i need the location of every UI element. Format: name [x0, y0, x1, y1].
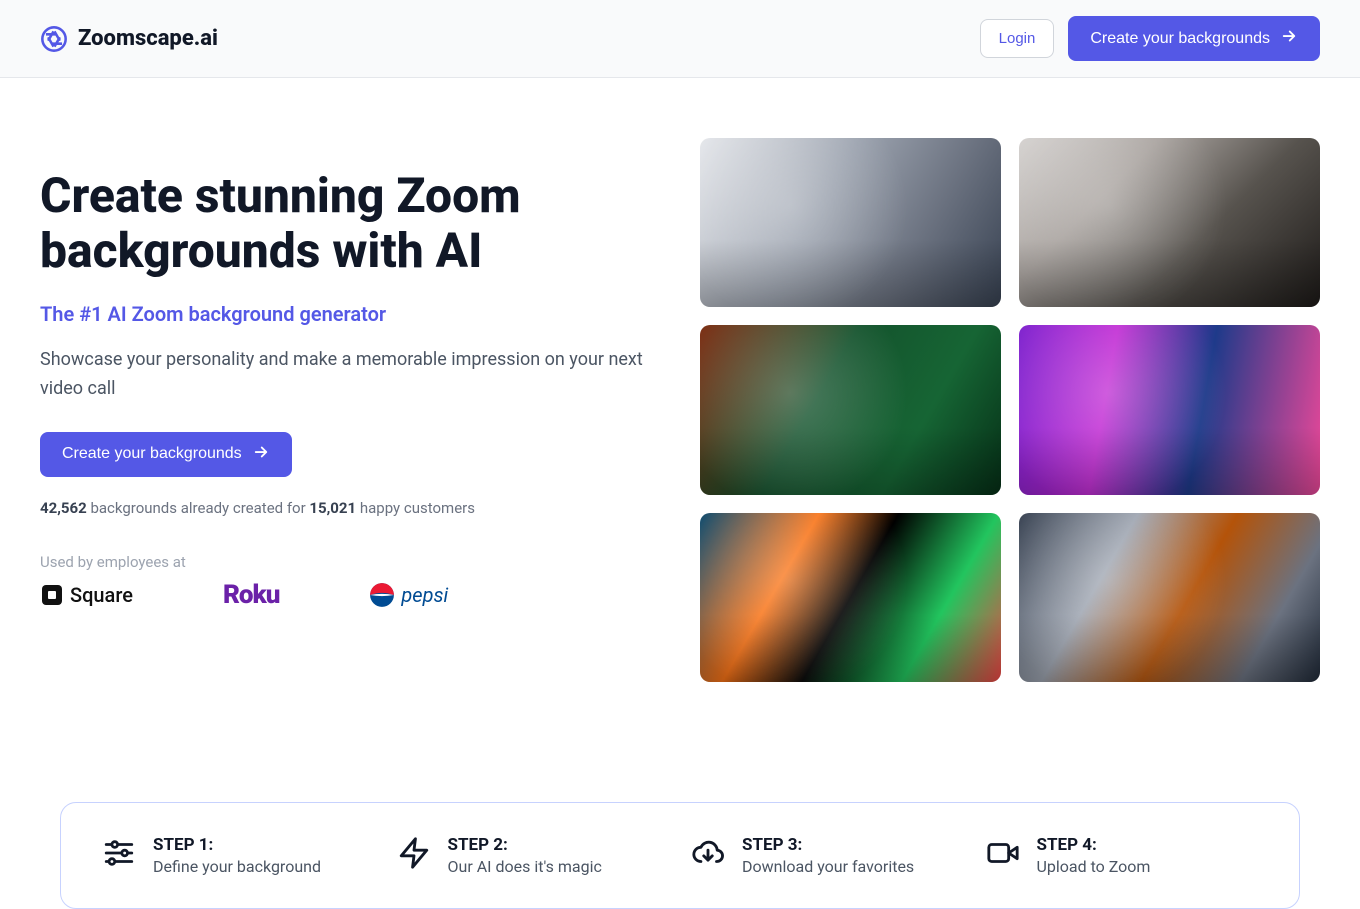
header: Zoomscape.ai Login Create your backgroun…: [0, 0, 1360, 78]
gallery-tile: [1019, 138, 1320, 307]
cloud-download-icon: [690, 835, 726, 871]
step-2: STEP 2: Our AI does it's magic: [396, 835, 671, 876]
stats-customers-count: 15,021: [309, 499, 356, 517]
step-desc: Download your favorites: [742, 857, 914, 876]
step-title: STEP 1:: [153, 835, 321, 855]
hero-content: Create stunning Zoom backgrounds with AI…: [40, 138, 660, 609]
step-desc: Define your background: [153, 857, 321, 876]
step-3: STEP 3: Download your favorites: [690, 835, 965, 876]
aperture-icon: [40, 25, 68, 53]
steps-card: STEP 1: Define your background STEP 2: O…: [60, 802, 1300, 909]
header-actions: Login Create your backgrounds: [980, 16, 1320, 61]
step-title: STEP 3:: [742, 835, 914, 855]
create-backgrounds-button-header[interactable]: Create your backgrounds: [1068, 16, 1320, 61]
step-title: STEP 4:: [1037, 835, 1151, 855]
step-desc: Our AI does it's magic: [448, 857, 602, 876]
logo-pepsi: pepsi: [369, 581, 448, 609]
step-title: STEP 2:: [448, 835, 602, 855]
gallery: [700, 138, 1320, 682]
hero-section: Create stunning Zoom backgrounds with AI…: [0, 78, 1360, 722]
sliders-icon: [101, 835, 137, 871]
logo-square: Square: [40, 581, 133, 609]
hero-subtitle: The #1 AI Zoom background generator: [40, 302, 660, 326]
company-logos: Square Roku pepsi: [40, 581, 660, 609]
create-backgrounds-button-hero[interactable]: Create your backgrounds: [40, 432, 292, 477]
gallery-tile: [700, 138, 1001, 307]
gallery-tile: [1019, 325, 1320, 494]
step-1: STEP 1: Define your background: [101, 835, 376, 876]
arrow-right-icon: [252, 443, 270, 466]
stats-line: 42,562 backgrounds already created for 1…: [40, 499, 660, 517]
video-icon: [985, 835, 1021, 871]
hero-description: Showcase your personality and make a mem…: [40, 346, 650, 404]
gallery-tile: [1019, 513, 1320, 682]
used-by-label: Used by employees at: [40, 553, 660, 571]
button-label: Create your backgrounds: [62, 445, 242, 463]
login-button[interactable]: Login: [980, 19, 1055, 58]
hero-title: Create stunning Zoom backgrounds with AI: [40, 168, 660, 278]
brand-name: Zoomscape.ai: [78, 26, 218, 51]
step-4: STEP 4: Upload to Zoom: [985, 835, 1260, 876]
brand[interactable]: Zoomscape.ai: [40, 25, 218, 53]
arrow-right-icon: [1280, 27, 1298, 50]
button-label: Create your backgrounds: [1090, 30, 1270, 48]
gallery-tile: [700, 325, 1001, 494]
lightning-icon: [396, 835, 432, 871]
gallery-tile: [700, 513, 1001, 682]
stats-backgrounds-count: 42,562: [40, 499, 87, 517]
logo-roku: Roku: [223, 581, 279, 609]
steps-section: STEP 1: Define your background STEP 2: O…: [20, 722, 1340, 909]
step-desc: Upload to Zoom: [1037, 857, 1151, 876]
